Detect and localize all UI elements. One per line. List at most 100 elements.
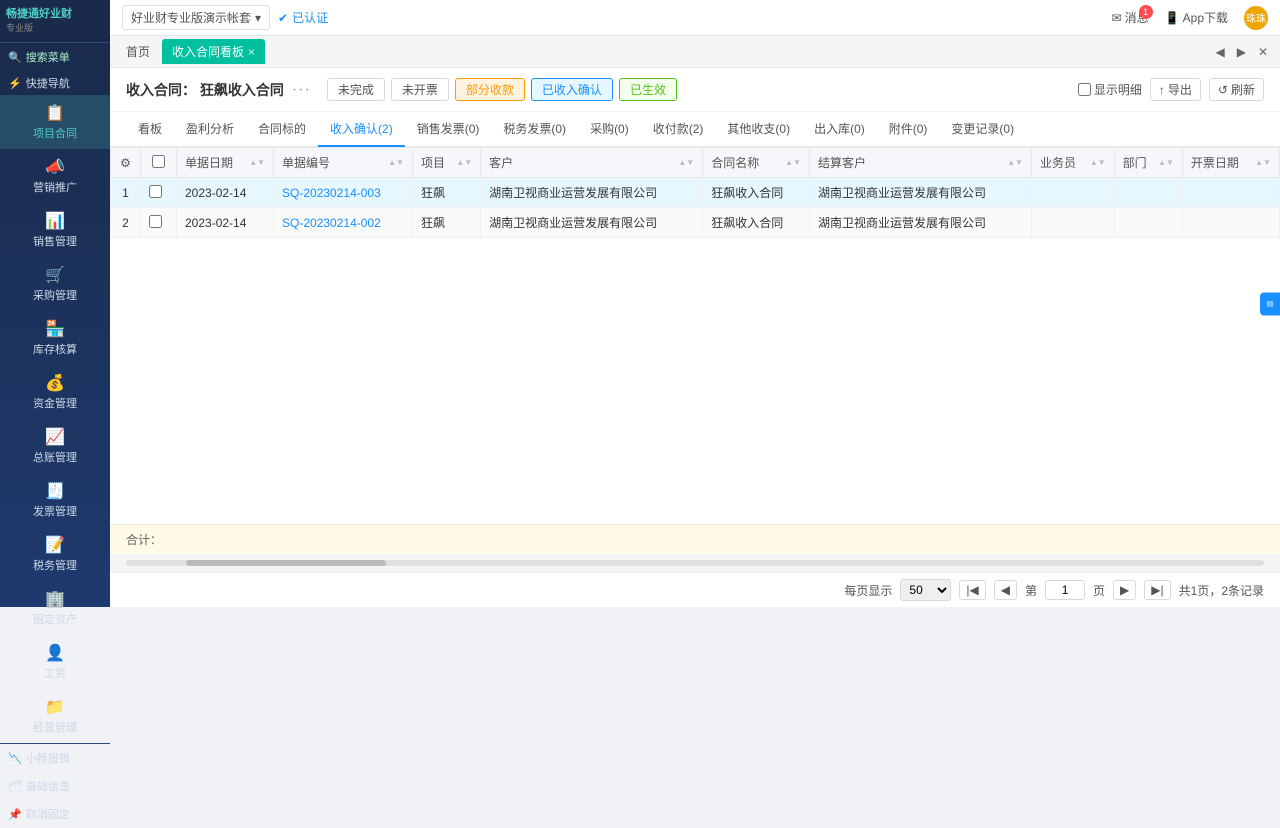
verified-label: 已认证: [292, 9, 328, 26]
user-avatar-button[interactable]: 珠珠: [1244, 6, 1268, 30]
quick-nav-icon: ⚡: [8, 77, 22, 90]
checkbox-col-header[interactable]: [141, 148, 177, 178]
tab-income-confirm[interactable]: 收入确认(2): [318, 112, 405, 147]
messages-button[interactable]: ✉ 消息 1: [1112, 9, 1149, 26]
contract-col-header[interactable]: 合同名称 ▲▼: [703, 148, 810, 178]
prev-tab-button[interactable]: ◀: [1211, 43, 1228, 61]
close-tab-button[interactable]: ×: [248, 45, 255, 59]
tab-payment[interactable]: 收付款(2): [641, 112, 716, 147]
unpin-button[interactable]: 📌 取消固定: [0, 800, 110, 828]
sidebar-item-finance[interactable]: 💰 资金管理: [0, 365, 110, 419]
status-buttons: 未完成 未开票 部分收款 已收入确认 已生效: [327, 78, 677, 101]
row-settings: 1: [111, 178, 141, 208]
tab-tax-invoice[interactable]: 税务发票(0): [491, 112, 578, 147]
row-customer: 湖南卫视商业运营发展有限公司: [481, 178, 703, 208]
refresh-button[interactable]: ↺ 刷新: [1209, 78, 1264, 101]
next-page-button[interactable]: ▶: [1113, 580, 1136, 600]
first-page-button[interactable]: |◀: [959, 580, 985, 600]
sidebar-item-inventory[interactable]: 🏪 库存核算: [0, 311, 110, 365]
row-billing-customer: 湖南卫视商业运营发展有限公司: [810, 178, 1032, 208]
row-order-no[interactable]: SQ-20230214-003: [274, 178, 413, 208]
sidebar-item-base-info[interactable]: 🗂 基础信息: [0, 772, 110, 800]
scrollbar-thumb[interactable]: [186, 560, 386, 566]
sidebar-item-invoice[interactable]: 🧾 发票管理: [0, 473, 110, 527]
more-button[interactable]: ···: [292, 81, 311, 99]
tab-purchase[interactable]: 采购(0): [578, 112, 641, 147]
tab-other-income[interactable]: 其他收支(0): [715, 112, 802, 147]
project-icon: 📋: [45, 103, 65, 123]
tab-sales-invoice[interactable]: 销售发票(0): [405, 112, 492, 147]
row-date: 2023-02-14: [177, 178, 274, 208]
status-income-confirmed[interactable]: 已收入确认: [531, 78, 613, 101]
row-settings: 2: [111, 208, 141, 238]
next-tab-button[interactable]: ▶: [1233, 43, 1250, 61]
page-title: 收入合同： 狂飙收入合同: [126, 80, 284, 100]
close-all-button[interactable]: ✕: [1254, 43, 1272, 61]
prev-page-button[interactable]: ◀: [994, 580, 1017, 600]
side-action-panel[interactable]: ≡: [1260, 292, 1280, 315]
department-col-header[interactable]: 部门 ▲▼: [1114, 148, 1182, 178]
sidebar-item-ledger[interactable]: 📈 总账管理: [0, 419, 110, 473]
tab-contract-subject[interactable]: 合同标的: [246, 112, 318, 147]
purchase-label: 采购管理: [33, 287, 77, 303]
search-label: 搜索菜单: [26, 49, 70, 65]
table-container: ⚙ 单据日期 ▲▼ 单据编号 ▲▼: [110, 147, 1280, 524]
sidebar-item-tax[interactable]: 📝 税务管理: [0, 527, 110, 581]
billing-customer-col-header[interactable]: 结算客户 ▲▼: [810, 148, 1032, 178]
current-page-input[interactable]: [1045, 580, 1085, 600]
status-partial-received[interactable]: 部分收款: [455, 78, 525, 101]
invoice-date-col-header[interactable]: 开票日期 ▲▼: [1182, 148, 1279, 178]
tab-change-log[interactable]: 变更记录(0): [939, 112, 1026, 147]
row-checkbox[interactable]: [141, 178, 177, 208]
sidebar-item-purchase[interactable]: 🛒 采购管理: [0, 257, 110, 311]
row-order-no[interactable]: SQ-20230214-002: [274, 208, 413, 238]
row-department: [1114, 208, 1182, 238]
row-customer: 湖南卫视商业运营发展有限公司: [481, 208, 703, 238]
project-col-header[interactable]: 项目 ▲▼: [412, 148, 480, 178]
app-download-button[interactable]: 📱 App下载: [1165, 9, 1228, 26]
sidebar-item-marketing[interactable]: 📣 营销推广: [0, 149, 110, 203]
row-checkbox[interactable]: [141, 208, 177, 238]
customer-col-header[interactable]: 客户 ▲▼: [481, 148, 703, 178]
table-header-row: ⚙ 单据日期 ▲▼ 单据编号 ▲▼: [111, 148, 1280, 178]
date-col-header[interactable]: 单据日期 ▲▼: [177, 148, 274, 178]
status-uncompleted[interactable]: 未完成: [327, 78, 385, 101]
sidebar-item-quick-nav[interactable]: ⚡ 快捷导航: [0, 71, 110, 95]
status-uninvoiced[interactable]: 未开票: [391, 78, 449, 101]
horizontal-scrollbar[interactable]: [110, 554, 1280, 572]
tab-attachments[interactable]: 附件(0): [877, 112, 940, 147]
sidebar-item-assets[interactable]: 🏢 固定资产: [0, 581, 110, 635]
sidebar: 畅捷通好业财 专业版 🔍 搜索菜单 ⚡ 快捷导航 📋 项目合同 📣 营销推广 📊…: [0, 0, 110, 607]
tab-inout-warehouse[interactable]: 出入库(0): [802, 112, 877, 147]
salesperson-col-header[interactable]: 业务员 ▲▼: [1032, 148, 1115, 178]
order-no-col-header[interactable]: 单据编号 ▲▼: [274, 148, 413, 178]
tab-profit-analysis[interactable]: 盈利分析: [174, 112, 246, 147]
unpin-label: 取消固定: [26, 806, 70, 822]
side-action-icon[interactable]: ≡: [1263, 300, 1277, 307]
scrollbar-track[interactable]: [126, 560, 1264, 566]
search-icon: 🔍: [8, 51, 22, 64]
order-sort-icon: ▲▼: [388, 159, 404, 167]
last-page-button[interactable]: ▶|: [1144, 580, 1170, 600]
finance-label: 资金管理: [33, 395, 77, 411]
sidebar-item-project-contract[interactable]: 📋 项目合同: [0, 95, 110, 149]
status-effective[interactable]: 已生效: [619, 78, 677, 101]
page-title-prefix: 收入合同：: [126, 82, 196, 98]
sidebar-item-sales[interactable]: 📊 销售管理: [0, 203, 110, 257]
tab-kanban[interactable]: 看板: [126, 112, 174, 147]
active-tab[interactable]: 收入合同看板 ×: [162, 39, 265, 64]
sidebar-item-salary[interactable]: 👤 工资: [0, 635, 110, 689]
settings-col-header[interactable]: ⚙: [111, 148, 141, 178]
home-tab[interactable]: 首页: [118, 39, 158, 64]
sidebar-item-management[interactable]: 📁 经营管理: [0, 689, 110, 743]
sidebar-item-expense[interactable]: 📉 小畅报销: [0, 744, 110, 772]
sales-icon: 📊: [45, 211, 65, 231]
company-selector[interactable]: 好业财专业版演示帐套 ▾: [122, 5, 270, 30]
export-button[interactable]: ↑ 导出: [1150, 78, 1201, 101]
page-header-right: 显示明细 ↑ 导出 ↺ 刷新: [1078, 78, 1264, 101]
per-page-select[interactable]: 2050100: [900, 579, 951, 601]
invoice-date-sort-icon: ▲▼: [1255, 159, 1271, 167]
sidebar-item-search[interactable]: 🔍 搜索菜单: [0, 43, 110, 71]
select-all-checkbox[interactable]: [152, 155, 165, 168]
show-detail-checkbox[interactable]: [1078, 83, 1091, 96]
